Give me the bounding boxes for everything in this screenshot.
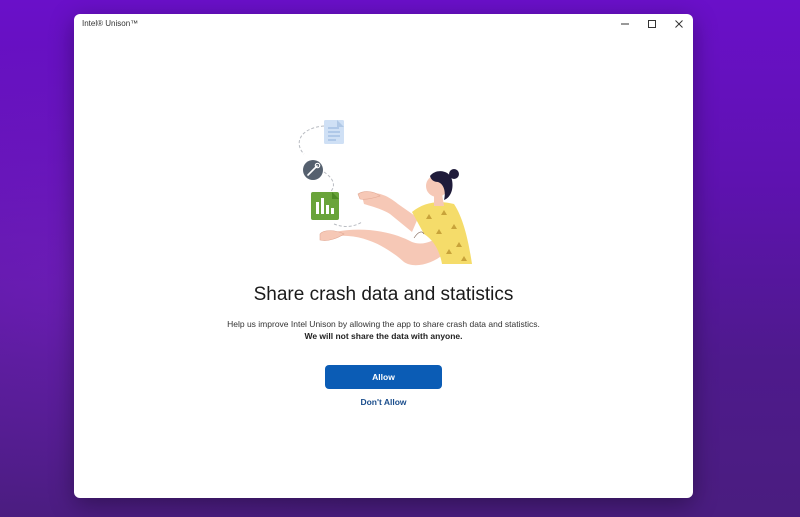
page-title: Share crash data and statistics [253,284,514,305]
description-text: Help us improve Intel Unison by allowing… [224,318,543,342]
document-icon [324,120,344,144]
minimize-button[interactable] [611,14,639,34]
close-button[interactable] [665,14,693,34]
chart-icon [311,192,339,220]
allow-button[interactable]: Allow [325,365,442,389]
close-icon [675,20,683,28]
app-window: Intel® Unison™ Share crash data and stat… [74,14,693,498]
description-normal: Help us improve Intel Unison by allowing… [227,319,540,329]
maximize-icon [648,20,656,28]
dont-allow-link[interactable]: Don't Allow [74,397,693,407]
minimize-icon [621,23,629,25]
title-bar[interactable]: Intel® Unison™ [74,14,693,34]
crash-data-illustration [298,120,472,266]
app-title: Intel® Unison™ [82,19,139,28]
maximize-button[interactable] [638,14,666,34]
description-bold: We will not share the data with anyone. [304,331,463,341]
wrench-icon [303,160,323,180]
